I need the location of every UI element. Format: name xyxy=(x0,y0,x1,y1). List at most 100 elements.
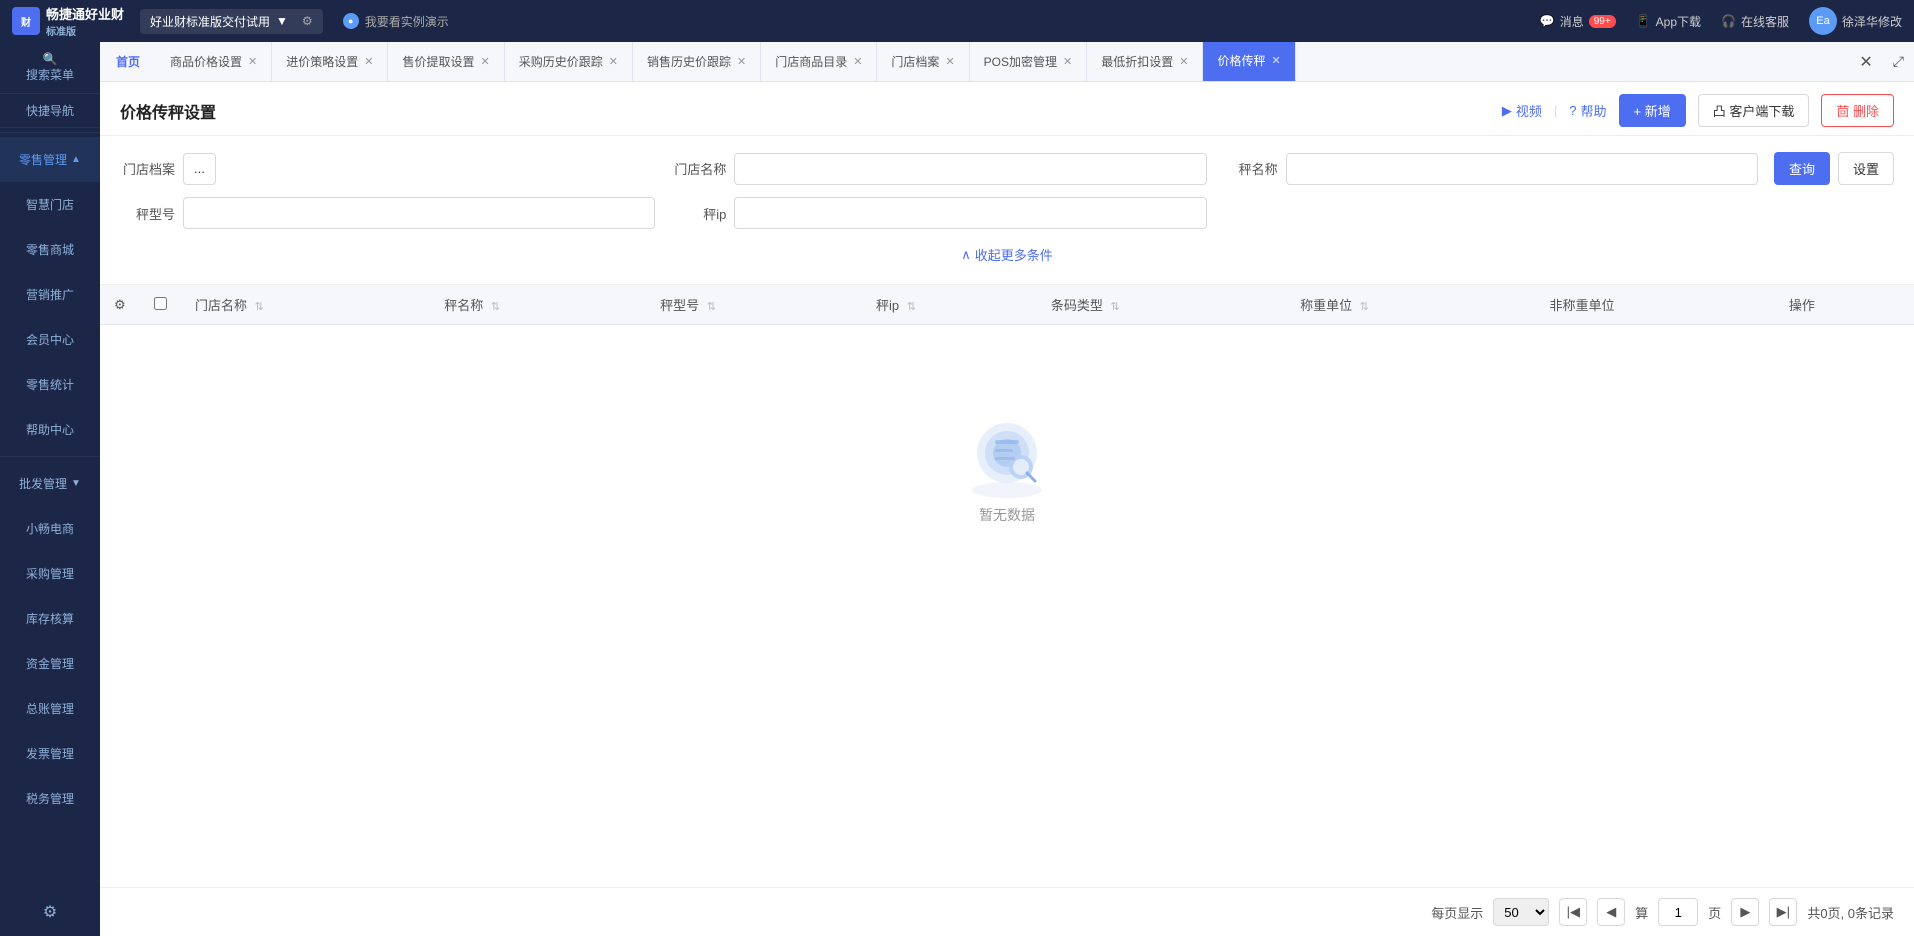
tab-price-settings[interactable]: 商品价格设置 ✕ xyxy=(156,42,272,82)
tab-store-archive[interactable]: 门店档案 ✕ xyxy=(877,42,969,82)
scale-name-input[interactable] xyxy=(1286,153,1758,185)
tab-close-store-archive[interactable]: ✕ xyxy=(945,55,954,68)
sidebar-item-smart-store[interactable]: 智慧门店 xyxy=(0,182,100,227)
sort-icon-scale-ip: ⇅ xyxy=(907,301,916,313)
tabs-close-all-button[interactable]: ✕ xyxy=(1849,52,1882,72)
sort-icon-store-name: ⇅ xyxy=(255,301,264,313)
th-checkbox[interactable] xyxy=(140,285,181,325)
tab-min-discount[interactable]: 最低折扣设置 ✕ xyxy=(1087,42,1203,82)
sidebar-settings-button[interactable]: ⚙ xyxy=(0,888,100,936)
scale-model-input[interactable] xyxy=(183,197,655,229)
chevron-down-icon: ▼ xyxy=(71,478,81,489)
top-bar-right: 💬 消息 99+ 📱 App下载 🎧 在线客服 Ea 徐泽华修改 xyxy=(1540,7,1902,35)
store-archive-select[interactable]: ... xyxy=(183,153,216,185)
per-page-select[interactable]: 50 10 20 100 xyxy=(1493,898,1549,926)
logo-icon: 财 xyxy=(12,7,40,35)
empty-icon xyxy=(957,405,1057,505)
search-button[interactable]: 查询 xyxy=(1774,152,1830,185)
top-bar: 财 畅捷通好业财 标准版 好业财标准版交付试用 ▼ ⚙ ● 我要看实例演示 💬 … xyxy=(0,0,1914,42)
video-icon: ▶ xyxy=(1502,103,1512,119)
tab-price-scale[interactable]: 价格传秤 ✕ xyxy=(1203,42,1295,82)
delete-button[interactable]: 茴 删除 xyxy=(1821,94,1894,127)
tab-purchase-history[interactable]: 采购历史价跟踪 ✕ xyxy=(505,42,633,82)
th-scale-ip[interactable]: 秤ip ⇅ xyxy=(862,285,1037,325)
th-weight-unit[interactable]: 称重单位 ⇅ xyxy=(1286,285,1535,325)
sidebar-item-member[interactable]: 会员中心 xyxy=(0,317,100,362)
online-service-button[interactable]: 🎧 在线客服 xyxy=(1721,13,1789,30)
select-all-checkbox[interactable] xyxy=(154,297,167,310)
sidebar-search[interactable]: 🔍 搜索菜单 xyxy=(0,42,100,94)
content-area: 首页 商品价格设置 ✕ 进价策略设置 ✕ 售价提取设置 ✕ 采购历史价跟踪 ✕ xyxy=(100,42,1914,936)
collapse-filter-button[interactable]: ∧ 收起更多条件 xyxy=(961,241,1053,268)
store-name-input[interactable] xyxy=(734,153,1206,185)
filter-scale-model: 秤型号 xyxy=(120,197,655,229)
th-barcode-type[interactable]: 条码类型 ⇅ xyxy=(1037,285,1286,325)
chevron-up-icon: ∧ xyxy=(961,247,971,263)
prev-page-button[interactable]: ◀ xyxy=(1597,898,1625,926)
sidebar-item-general-ledger[interactable]: 总账管理 xyxy=(0,686,100,731)
app-download-button[interactable]: 📱 App下载 xyxy=(1636,13,1701,30)
tab-close-purchase-strategy[interactable]: ✕ xyxy=(364,55,373,68)
tab-close-sale-extract[interactable]: ✕ xyxy=(481,55,490,68)
sidebar-item-purchase[interactable]: 采购管理 xyxy=(0,551,100,596)
version-selector[interactable]: 好业财标准版交付试用 ▼ ⚙ xyxy=(140,9,323,34)
first-page-button[interactable]: |◀ xyxy=(1559,898,1587,926)
scale-model-label: 秤型号 xyxy=(120,204,175,223)
filter-row-1: 门店档案 ... 门店名称 秤名称 xyxy=(120,152,1894,185)
pagination-summary: 共0页, 0条记录 xyxy=(1807,903,1894,922)
help-link[interactable]: ? 帮助 xyxy=(1569,101,1606,120)
sidebar-item-marketing[interactable]: 营销推广 xyxy=(0,272,100,317)
sidebar-item-retail-stats[interactable]: 零售统计 xyxy=(0,362,100,407)
tab-home[interactable]: 首页 xyxy=(100,42,156,82)
th-scale-name[interactable]: 秤名称 ⇅ xyxy=(430,285,646,325)
scale-name-label: 秤名称 xyxy=(1223,159,1278,178)
tab-store-catalog[interactable]: 门店商品目录 ✕ xyxy=(761,42,877,82)
th-store-name[interactable]: 门店名称 ⇅ xyxy=(181,285,430,325)
tab-close-price-scale[interactable]: ✕ xyxy=(1271,54,1280,67)
sidebar-item-inventory[interactable]: 库存核算 xyxy=(0,596,100,641)
page-input[interactable] xyxy=(1658,898,1698,926)
table-header: ⚙ 门店名称 ⇅ 秤名称 ⇅ 秤型号 ⇅ 秤ip ⇅ 条码类型 ⇅ 称重单位 ⇅… xyxy=(100,285,1914,325)
empty-row: 暂无数据 xyxy=(100,325,1914,566)
search-icon: 🔍 xyxy=(43,52,58,66)
download-button[interactable]: 凸 客户端下载 xyxy=(1698,94,1810,127)
settings-gear-icon[interactable]: ⚙ xyxy=(302,14,313,28)
app-wrapper: 财 畅捷通好业财 标准版 好业财标准版交付试用 ▼ ⚙ ● 我要看实例演示 💬 … xyxy=(0,0,1914,936)
tab-pos-mgmt[interactable]: POS加密管理 ✕ xyxy=(970,42,1088,82)
tab-close-min-discount[interactable]: ✕ xyxy=(1179,55,1188,68)
sidebar-item-finance[interactable]: 资金管理 xyxy=(0,641,100,686)
filter-area: 门店档案 ... 门店名称 秤名称 xyxy=(100,136,1914,285)
user-menu[interactable]: Ea 徐泽华修改 xyxy=(1809,7,1902,35)
demo-link[interactable]: ● 我要看实例演示 xyxy=(343,13,449,30)
th-settings[interactable]: ⚙ xyxy=(100,285,140,325)
tabs-expand-button[interactable]: ⤢ xyxy=(1883,53,1914,70)
table-body: 暂无数据 xyxy=(100,325,1914,566)
tab-sale-extract[interactable]: 售价提取设置 ✕ xyxy=(388,42,504,82)
sidebar-item-retail-mall[interactable]: 零售商城 xyxy=(0,227,100,272)
service-icon: 🎧 xyxy=(1721,14,1736,28)
messages-button[interactable]: 💬 消息 99+ xyxy=(1540,13,1616,30)
sidebar-item-wholesale[interactable]: 批发管理 ▼ xyxy=(0,461,100,506)
setting-button[interactable]: 设置 xyxy=(1838,152,1894,185)
demo-icon: ● xyxy=(343,13,359,29)
tab-close-pos-mgmt[interactable]: ✕ xyxy=(1063,55,1072,68)
tab-purchase-strategy[interactable]: 进价策略设置 ✕ xyxy=(272,42,388,82)
video-link[interactable]: ▶ 视频 xyxy=(1502,101,1542,120)
next-page-button[interactable]: ▶ xyxy=(1731,898,1759,926)
tab-sale-history[interactable]: 销售历史价跟踪 ✕ xyxy=(633,42,761,82)
sidebar-item-help[interactable]: 帮助中心 xyxy=(0,407,100,452)
last-page-button[interactable]: ▶| xyxy=(1769,898,1797,926)
sidebar-item-ecommerce[interactable]: 小畅电商 xyxy=(0,506,100,551)
sidebar-item-tax[interactable]: 税务管理 xyxy=(0,776,100,821)
filter-scale-ip: 秤ip xyxy=(671,197,1206,229)
sidebar-quick-nav[interactable]: 快捷导航 xyxy=(0,94,100,128)
tab-close-price-settings[interactable]: ✕ xyxy=(248,55,257,68)
th-scale-model[interactable]: 秤型号 ⇅ xyxy=(646,285,862,325)
tab-close-purchase-history[interactable]: ✕ xyxy=(609,55,618,68)
tab-close-sale-history[interactable]: ✕ xyxy=(737,55,746,68)
sidebar-item-retail-mgmt[interactable]: 零售管理 ▲ xyxy=(0,137,100,182)
sidebar-item-invoice[interactable]: 发票管理 xyxy=(0,731,100,776)
tab-close-store-catalog[interactable]: ✕ xyxy=(853,55,862,68)
scale-ip-input[interactable] xyxy=(734,197,1206,229)
add-button[interactable]: + 新增 xyxy=(1619,94,1686,127)
